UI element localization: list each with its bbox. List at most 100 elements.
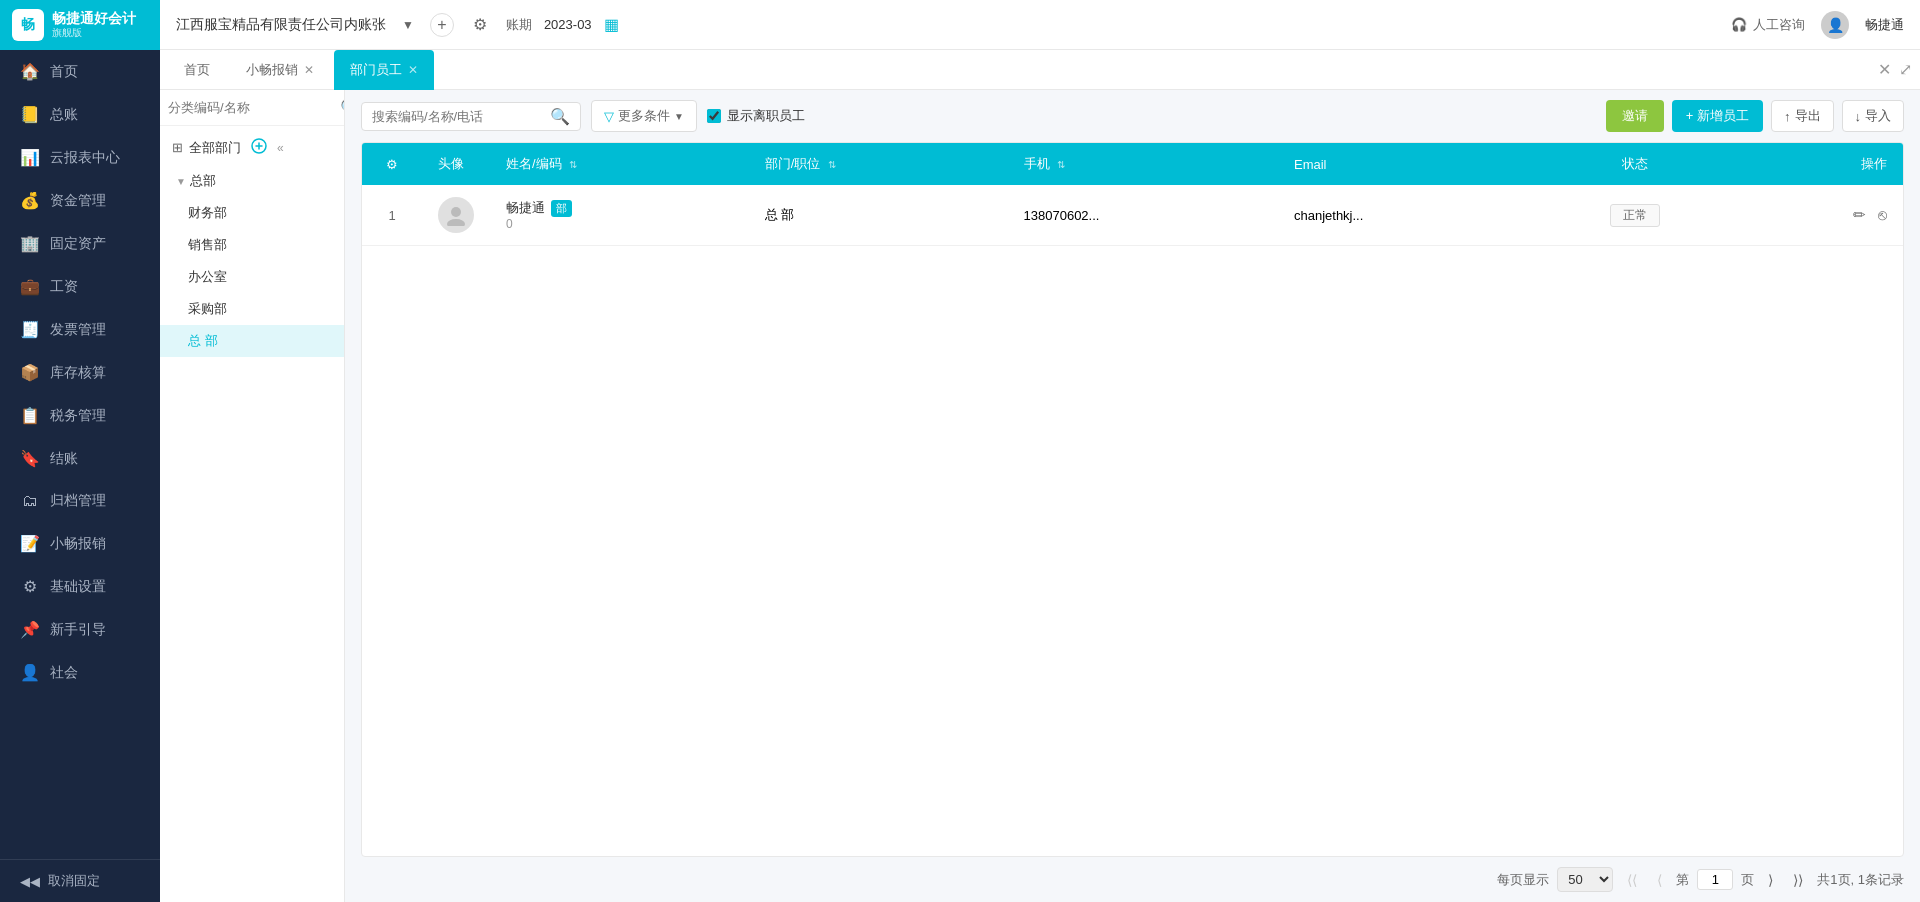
reports-icon: 📊 (20, 148, 40, 167)
add-company-btn[interactable]: + (430, 13, 454, 37)
page-last-btn[interactable]: ⟩⟩ (1787, 870, 1809, 890)
close-tab-btn[interactable]: ✕ (1878, 60, 1891, 79)
dept-zongbu-selected-label: 总 部 (188, 332, 218, 350)
username: 畅捷通 (1865, 16, 1904, 34)
sidebar-item-expense[interactable]: 📝 小畅报销 (0, 522, 160, 565)
dept-item-xiaoshou[interactable]: 销售部 (160, 229, 344, 261)
sidebar-item-payroll[interactable]: 💼 工资 (0, 265, 160, 308)
sidebar-item-social[interactable]: 👤 社会 (0, 651, 160, 694)
dept-edit-icon[interactable] (251, 138, 267, 157)
company-dropdown-btn[interactable]: ▼ (398, 16, 418, 34)
sidebar-item-checkout[interactable]: 🔖 结账 (0, 437, 160, 480)
pagination-bar: 每页显示 50 10 20 100 ⟨⟨ ⟨ 第 页 ⟩ ⟩⟩ 共1页, 1条记… (345, 857, 1920, 902)
sidebar-item-invoice[interactable]: 🧾 发票管理 (0, 308, 160, 351)
page-input[interactable] (1697, 869, 1733, 890)
dept-item-caiwu[interactable]: 财务部 (160, 197, 344, 229)
funds-icon: 💰 (20, 191, 40, 210)
col-email: Email (1278, 143, 1532, 185)
svg-point-2 (447, 219, 465, 226)
sidebar-label-social: 社会 (50, 664, 78, 682)
tab-dept-close[interactable]: ✕ (408, 63, 418, 77)
search-input[interactable] (372, 109, 544, 124)
cancel-fixed-btn[interactable]: ◀◀ 取消固定 (0, 859, 160, 902)
cancel-fixed-label: 取消固定 (48, 872, 100, 890)
tab-dept-employee[interactable]: 部门员工 ✕ (334, 50, 434, 90)
dept-item-zongbu-selected[interactable]: 总 部 (160, 325, 344, 357)
support-label: 人工咨询 (1753, 16, 1805, 34)
dept-item-bangongshi[interactable]: 办公室 (160, 261, 344, 293)
expand-tab-btn[interactable]: ⤢ (1899, 60, 1912, 79)
show-resigned-checkbox[interactable] (707, 109, 721, 123)
all-dept-item[interactable]: ⊞ 全部部门 « (160, 130, 344, 165)
import-btn[interactable]: ↓ 导入 (1842, 100, 1905, 132)
edit-icon[interactable]: ✏ (1853, 206, 1866, 224)
add-emp-btn[interactable]: + 新增员工 (1672, 100, 1763, 132)
invite-btn[interactable]: 邀请 (1606, 100, 1664, 132)
support-btn[interactable]: 🎧 人工咨询 (1731, 16, 1805, 34)
page-label: 第 (1676, 871, 1689, 889)
sidebar-item-tax[interactable]: 📋 税务管理 (0, 394, 160, 437)
expand-icon: ▼ (176, 176, 186, 187)
col-dept-pos[interactable]: 部门/职位 ⇅ (749, 143, 1008, 185)
mobile-value: 138070602... (1024, 208, 1100, 223)
tab-home[interactable]: 首页 (168, 50, 226, 90)
toolbar-right: 邀请 + 新增员工 ↑ 导出 ↓ 导入 (1606, 100, 1904, 132)
sidebar-item-inventory[interactable]: 📦 库存核算 (0, 351, 160, 394)
dept-caigou-label: 采购部 (188, 300, 227, 318)
filter-btn[interactable]: ▽ 更多条件 ▼ (591, 100, 697, 132)
employee-table: ⚙ 头像 姓名/编码 ⇅ 部门/职位 ⇅ (362, 143, 1903, 246)
sidebar-item-guide[interactable]: 📌 新手引导 (0, 608, 160, 651)
logout-icon[interactable]: ⎋ (1878, 206, 1887, 224)
calendar-icon[interactable]: ▦ (604, 15, 619, 34)
emp-code: 0 (506, 217, 733, 231)
cell-dept-pos: 总 部 (749, 185, 1008, 246)
col-status: 状态 (1532, 143, 1738, 185)
cell-mobile: 138070602... (1008, 185, 1278, 246)
sidebar-item-archive[interactable]: 🗂 归档管理 (0, 480, 160, 522)
page-unit: 页 (1741, 871, 1754, 889)
sidebar-item-home[interactable]: 🏠 首页 (0, 50, 160, 93)
search-icon[interactable]: 🔍 (550, 107, 570, 126)
sidebar-item-funds[interactable]: 💰 资金管理 (0, 179, 160, 222)
right-panel: 🔍 ▽ 更多条件 ▼ 显示离职员工 邀请 + 新增员工 (345, 90, 1920, 902)
dept-item-caigou[interactable]: 采购部 (160, 293, 344, 325)
period-settings-btn[interactable]: ⚙ (466, 11, 494, 39)
employee-table-wrapper: ⚙ 头像 姓名/编码 ⇅ 部门/职位 ⇅ (361, 142, 1904, 857)
company-name: 江西服宝精品有限责任公司内账张 (176, 16, 386, 34)
col-mobile[interactable]: 手机 ⇅ (1008, 143, 1278, 185)
collapse-all-icon[interactable]: « (277, 141, 284, 155)
sidebar-item-settings[interactable]: ⚙ 基础设置 (0, 565, 160, 608)
col-name-code[interactable]: 姓名/编码 ⇅ (490, 143, 749, 185)
export-icon: ↑ (1784, 109, 1791, 124)
invoice-icon: 🧾 (20, 320, 40, 339)
sidebar-label-ledger: 总账 (50, 106, 78, 124)
dept-xiaoshou-label: 销售部 (188, 236, 227, 254)
export-btn[interactable]: ↑ 导出 (1771, 100, 1834, 132)
total-records: 共1页, 1条记录 (1817, 871, 1904, 889)
period-value: 2023-03 (544, 17, 592, 32)
dept-search-input[interactable] (168, 100, 336, 115)
col-avatar: 头像 (422, 143, 490, 185)
page-next-btn[interactable]: ⟩ (1762, 870, 1779, 890)
cell-action: ✏ ⎋ (1738, 185, 1903, 246)
tab-expense-close[interactable]: ✕ (304, 63, 314, 77)
sidebar-item-assets[interactable]: 🏢 固定资产 (0, 222, 160, 265)
page-size-select[interactable]: 50 10 20 100 (1557, 867, 1613, 892)
show-resigned-label[interactable]: 显示离职员工 (707, 107, 805, 125)
import-label: 导入 (1865, 107, 1891, 125)
page-first-btn[interactable]: ⟨⟨ (1621, 870, 1643, 890)
all-dept-label: 全部部门 (189, 139, 241, 157)
dept-item-zongbu[interactable]: ▼ 总部 (160, 165, 344, 197)
sidebar-item-reports[interactable]: 📊 云报表中心 (0, 136, 160, 179)
grid-icon: ⊞ (172, 140, 183, 155)
sidebar-item-ledger[interactable]: 📒 总账 (0, 93, 160, 136)
sidebar-label-archive: 归档管理 (50, 492, 106, 510)
table-header-row: ⚙ 头像 姓名/编码 ⇅ 部门/职位 ⇅ (362, 143, 1903, 185)
tab-home-label: 首页 (184, 61, 210, 79)
cell-avatar (422, 185, 490, 246)
page-prev-btn[interactable]: ⟨ (1651, 870, 1668, 890)
sort-name-icon: ⇅ (569, 159, 577, 170)
col-settings[interactable]: ⚙ (362, 143, 422, 185)
sidebar-label-invoice: 发票管理 (50, 321, 106, 339)
tab-expense[interactable]: 小畅报销 ✕ (230, 50, 330, 90)
